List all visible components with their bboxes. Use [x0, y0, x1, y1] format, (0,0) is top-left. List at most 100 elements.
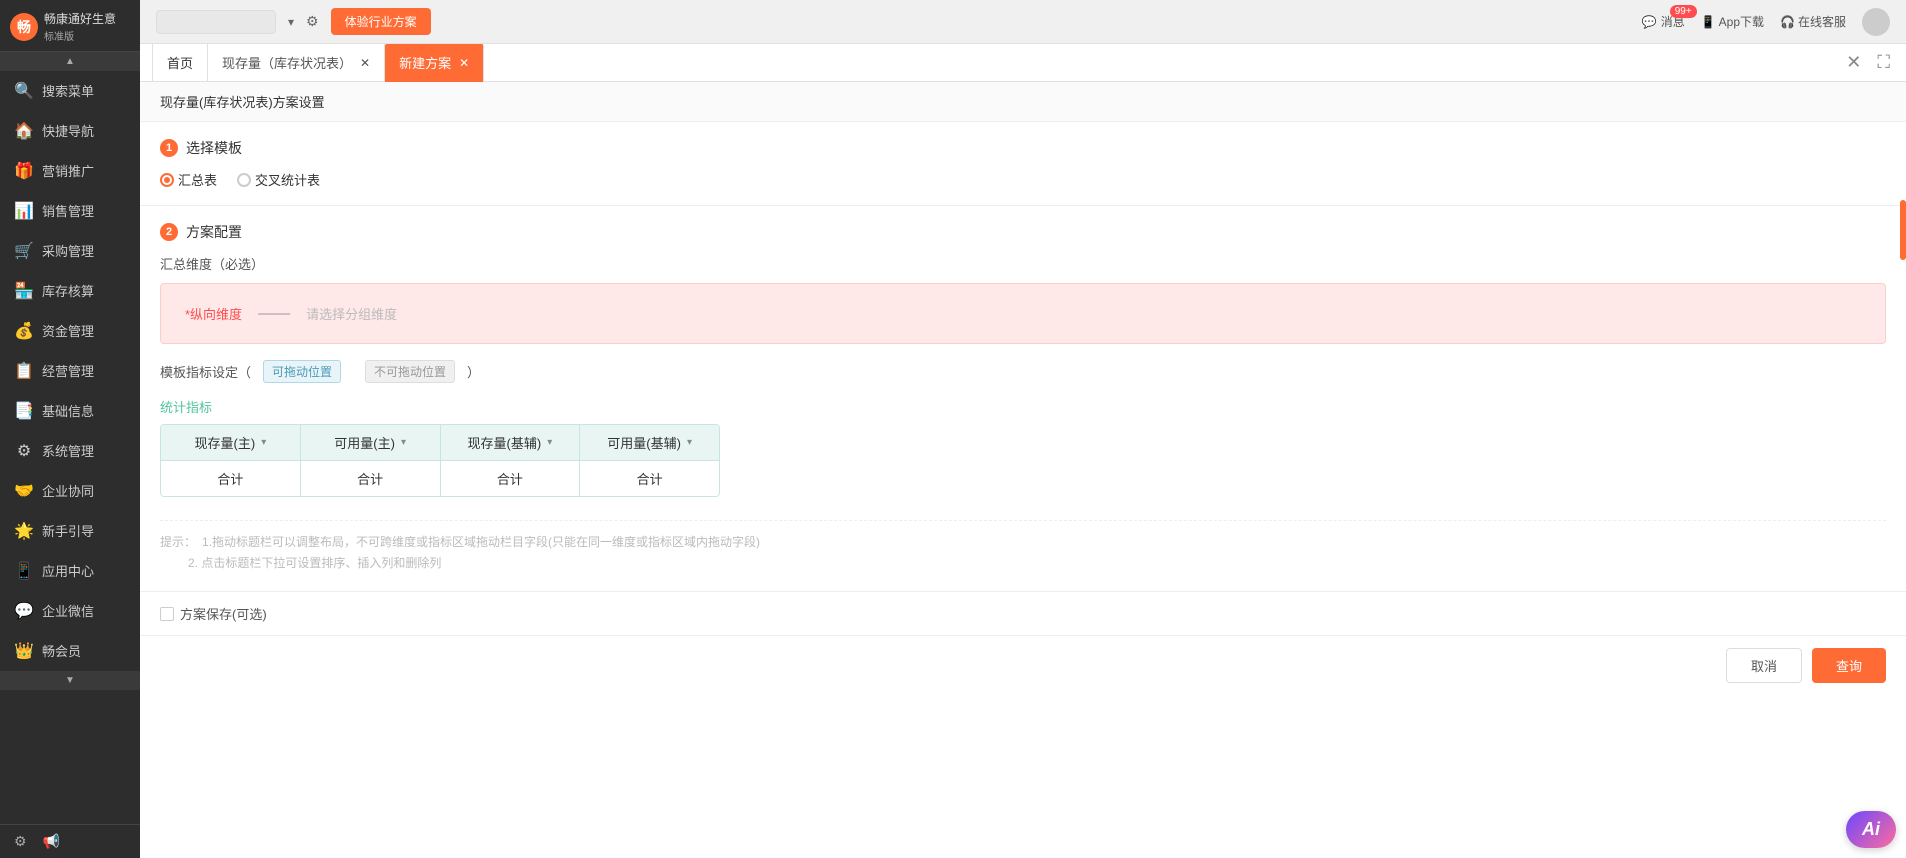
- topbar-gear-icon[interactable]: ⚙: [306, 13, 319, 30]
- topbar-message[interactable]: 💬 消息 99+: [1642, 13, 1685, 30]
- stats-col-0[interactable]: 现存量(主) ▾: [161, 425, 301, 460]
- col-0-dropdown-icon[interactable]: ▾: [261, 437, 266, 448]
- crown-icon: 👑: [14, 641, 34, 661]
- radio-cross-label: 交叉统计表: [255, 170, 320, 189]
- app-download-label: App下载: [1719, 13, 1764, 30]
- stats-col-3[interactable]: 可用量(基辅) ▾: [580, 425, 719, 460]
- right-scroll-indicator: [1900, 200, 1906, 260]
- sidebar-item-marketing[interactable]: 🎁 营销推广: [0, 151, 140, 191]
- sidebar-item-system[interactable]: ⚙ 系统管理: [0, 431, 140, 471]
- stats-col-2[interactable]: 现存量(基辅) ▾: [441, 425, 581, 460]
- tip-text-1: 2. 点击标题栏下拉可设置排序、插入列和删除列: [188, 554, 441, 571]
- sidebar-item-collab[interactable]: 🤝 企业协同: [0, 471, 140, 511]
- sidebar-item-label: 资金管理: [42, 321, 94, 340]
- tips-section: 提示： 1.拖动标题栏可以调整布局，不可跨维度或指标区域拖动栏目字段(只能在同一…: [160, 520, 1886, 571]
- sidebar-item-label: 基础信息: [42, 401, 94, 420]
- gear-icon: ⚙: [14, 441, 34, 461]
- app-name: 畅康通好生意: [44, 12, 116, 28]
- col-1-dropdown-icon[interactable]: ▾: [401, 437, 406, 448]
- industry-btn[interactable]: 体验行业方案: [331, 8, 431, 35]
- topbar-dropdown-icon[interactable]: ▾: [288, 15, 294, 29]
- settings-footer-icon[interactable]: ⚙: [14, 833, 27, 850]
- sidebar-item-label: 营销推广: [42, 161, 94, 180]
- expand-tab-icon[interactable]: ⛶: [1873, 48, 1894, 77]
- topbar-app-download[interactable]: 📱 App下载: [1701, 13, 1764, 30]
- tab-inventory-label: 现存量（库存状况表）: [222, 53, 352, 72]
- sidebar-item-newguide[interactable]: 🌟 新手引导: [0, 511, 140, 551]
- sidebar-item-label: 销售管理: [42, 201, 94, 220]
- sidebar-item-basic[interactable]: 📑 基础信息: [0, 391, 140, 431]
- message-icon: 💬: [1642, 15, 1657, 29]
- main-area: ▾ ⚙ 体验行业方案 💬 消息 99+ 📱 App下载 🎧 在线客服 首页: [140, 0, 1906, 858]
- cancel-button[interactable]: 取消: [1726, 648, 1802, 683]
- not-draggable-tag: 不可拖动位置: [365, 360, 455, 383]
- stats-data-1: 合计: [301, 460, 441, 496]
- stats-col-1[interactable]: 可用量(主) ▾: [301, 425, 441, 460]
- stats-col-1-label: 可用量(主): [334, 433, 395, 452]
- sidebar-item-operations[interactable]: 📋 经营管理: [0, 351, 140, 391]
- save-option-label: 方案保存(可选): [180, 604, 267, 623]
- speaker-footer-icon[interactable]: 📢: [43, 833, 60, 850]
- close-tab-icon[interactable]: ✕: [1842, 48, 1865, 77]
- sidebar: 畅 畅康通好生意 标准版 ▲ 🔍 搜索菜单 🏠 快捷导航 🎁 营销推广 📊 销售…: [0, 0, 140, 858]
- gift-icon: 🎁: [14, 161, 34, 181]
- save-option: 方案保存(可选): [140, 591, 1906, 635]
- topbar-service[interactable]: 🎧 在线客服: [1780, 13, 1846, 30]
- section2-title: 方案配置: [186, 222, 242, 242]
- tip-line-0: 提示： 1.拖动标题栏可以调整布局，不可跨维度或指标区域拖动栏目字段(只能在同一…: [160, 533, 1886, 550]
- page-content: 现存量(库存状况表)方案设置 1 选择模板 汇总表 交叉统计表 2: [140, 82, 1906, 858]
- sidebar-scroll-up[interactable]: ▲: [0, 52, 140, 71]
- cart-icon: 🛒: [14, 241, 34, 261]
- ai-badge[interactable]: Ai: [1846, 811, 1896, 848]
- sidebar-item-appcenter[interactable]: 📱 应用中心: [0, 551, 140, 591]
- sidebar-item-label: 企业协同: [42, 481, 94, 500]
- dimension-required-label: *纵向维度: [185, 304, 242, 323]
- footer-actions: 取消 查询: [140, 635, 1906, 695]
- sidebar-item-search[interactable]: 🔍 搜索菜单: [0, 71, 140, 111]
- tab-new-plan-close[interactable]: ✕: [459, 56, 469, 70]
- sidebar-item-inventory[interactable]: 🏪 库存核算: [0, 271, 140, 311]
- tab-inventory-close[interactable]: ✕: [360, 56, 370, 70]
- sidebar-scroll-down[interactable]: ▼: [0, 671, 140, 690]
- save-checkbox[interactable]: [160, 607, 174, 621]
- user-avatar[interactable]: [1862, 8, 1890, 36]
- sidebar-item-quicknav[interactable]: 🏠 快捷导航: [0, 111, 140, 151]
- col-3-dropdown-icon[interactable]: ▾: [687, 437, 692, 448]
- radio-summary-label: 汇总表: [178, 170, 217, 189]
- indicator-setting-label: 模板指标设定（: [160, 362, 251, 381]
- sidebar-item-purchase[interactable]: 🛒 采购管理: [0, 231, 140, 271]
- mobile-download-icon: 📱: [1701, 15, 1716, 29]
- radio-summary-table[interactable]: 汇总表: [160, 170, 217, 189]
- query-button[interactable]: 查询: [1812, 648, 1886, 683]
- money-icon: 💰: [14, 321, 34, 341]
- indicator-setting-row: 模板指标设定（ 可拖动位置 不可拖动位置 ）: [160, 360, 1886, 383]
- service-label: 在线客服: [1798, 13, 1846, 30]
- tab-inventory[interactable]: 现存量（库存状况表） ✕: [208, 44, 385, 82]
- summary-dim-label: 汇总维度（必选）: [160, 254, 1886, 273]
- sidebar-item-sales[interactable]: 📊 销售管理: [0, 191, 140, 231]
- app-edition: 标准版: [44, 28, 116, 43]
- tab-home[interactable]: 首页: [152, 44, 208, 82]
- dimension-placeholder[interactable]: 请选择分组维度: [306, 304, 397, 323]
- tab-home-label: 首页: [167, 53, 193, 72]
- dimension-arrow: ——: [258, 305, 290, 323]
- sidebar-item-wechat[interactable]: 💬 企业微信: [0, 591, 140, 631]
- store-icon: 🏪: [14, 281, 34, 301]
- section2-header: 2 方案配置: [160, 222, 1886, 242]
- tab-new-plan[interactable]: 新建方案 ✕: [385, 44, 484, 82]
- radio-cross-table[interactable]: 交叉统计表: [237, 170, 320, 189]
- stats-label: 统计指标: [160, 397, 1886, 416]
- tip-title: 提示：: [160, 533, 196, 550]
- sidebar-item-label: 畅会员: [42, 641, 81, 660]
- mobile-icon: 📱: [14, 561, 34, 581]
- col-2-dropdown-icon[interactable]: ▾: [547, 437, 552, 448]
- sidebar-item-finance[interactable]: 💰 资金管理: [0, 311, 140, 351]
- stats-data-3: 合计: [580, 460, 719, 496]
- search-input[interactable]: [156, 10, 276, 34]
- indicator-suffix: ）: [467, 362, 480, 381]
- headset-icon: 🎧: [1780, 15, 1795, 29]
- stats-col-2-label: 现存量(基辅): [468, 433, 542, 452]
- sidebar-item-member[interactable]: 👑 畅会员: [0, 631, 140, 671]
- message-badge: 99+: [1670, 5, 1697, 18]
- tabs-right-controls: ✕ ⛶: [1842, 48, 1894, 77]
